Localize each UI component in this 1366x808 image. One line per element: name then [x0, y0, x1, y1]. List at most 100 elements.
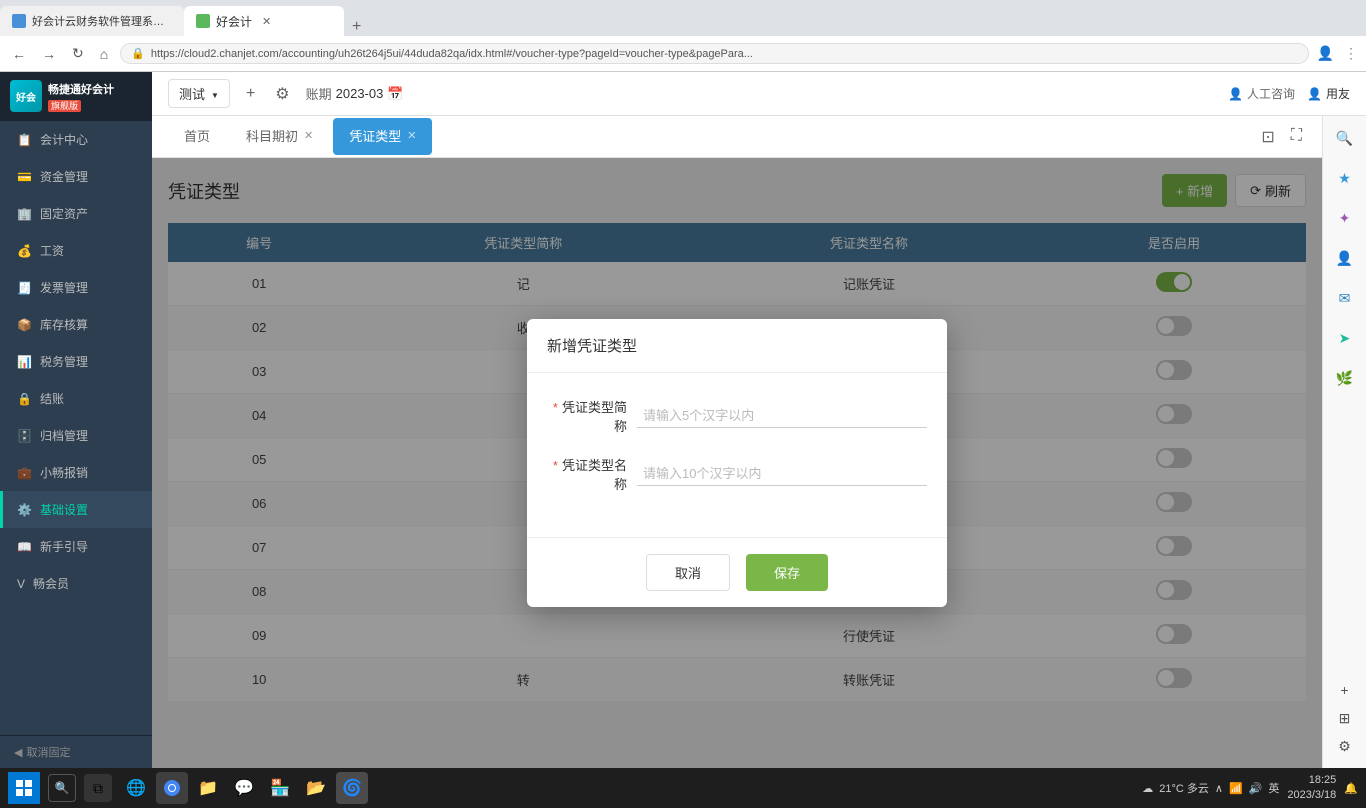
sidebar-item-expense[interactable]: 💼 小畅报销 — [0, 454, 152, 491]
funds-icon: 💳 — [17, 170, 32, 184]
sidebar-item-inventory[interactable]: 📦 库存核算 — [0, 306, 152, 343]
settings-button[interactable]: ⚙ — [271, 80, 293, 108]
consult-button[interactable]: 👤 人工咨询 — [1228, 85, 1295, 102]
browser-chrome: 好会计云财务软件管理系统_会计 好会计 ✕ + ← → ↻ ⌂ 🔒 https:… — [0, 0, 1366, 72]
taskbar-task-view[interactable]: ⧉ — [84, 774, 112, 802]
sidebar-item-invoice[interactable]: 🧾 发票管理 — [0, 269, 152, 306]
notifications-icon[interactable]: 🔔 — [1344, 782, 1358, 795]
forward-button[interactable]: → — [38, 44, 60, 64]
sidebar-item-settings[interactable]: ⚙️ 基础设置 — [0, 491, 152, 528]
short-label: *凭证类型简称 — [547, 397, 637, 435]
tab-home[interactable]: 首页 — [168, 118, 226, 155]
taskbar-clock[interactable]: 18:25 2023/3/18 — [1287, 773, 1336, 804]
right-send-icon[interactable]: ➤ — [1331, 324, 1359, 352]
sidebar: 好会 畅捷通好会计 旗舰版 📋 会计中心 💳 资金管理 🏢 固定资产 💰 工资 — [0, 72, 152, 768]
sidebar-item-guide[interactable]: 📖 新手引导 — [0, 528, 152, 565]
taskbar-right: ☁ 21°C 多云 ∧ 📶 🔊 英 18:25 2023/3/18 🔔 — [1142, 773, 1358, 804]
tab-2-favicon — [196, 14, 210, 28]
tab-voucher-type-close[interactable]: ✕ — [407, 129, 416, 142]
modal-header: 新增凭证类型 — [527, 319, 947, 373]
page-content: 凭证类型 + 新增 ⟳ 刷新 编号 — [152, 158, 1322, 768]
name-input[interactable] — [637, 462, 927, 486]
new-tab-button[interactable]: + — [344, 18, 369, 36]
sidebar-item-accounting[interactable]: 📋 会计中心 — [0, 121, 152, 158]
tax-icon: 📊 — [17, 355, 32, 369]
right-panel: 🔍 ★ ✦ 👤 ✉ ➤ 🌿 + ⊞ ⚙ — [1322, 116, 1366, 768]
tab-2-close[interactable]: ✕ — [262, 15, 271, 28]
sidebar-logo: 好会 畅捷通好会计 旗舰版 — [0, 72, 152, 121]
taskbar-app-explorer[interactable]: 📁 — [192, 772, 224, 804]
right-outlook-icon[interactable]: ✉ — [1331, 284, 1359, 312]
sidebar-item-salary[interactable]: 💰 工资 — [0, 232, 152, 269]
sidebar-item-label: 税务管理 — [40, 353, 88, 370]
modal-title: 新增凭证类型 — [547, 335, 637, 356]
sidebar-item-label: 基础设置 — [40, 501, 88, 518]
network-icon: 📶 — [1229, 782, 1243, 795]
tab-voucher-type[interactable]: 凭证类型 ✕ — [333, 118, 432, 155]
inventory-icon: 📦 — [17, 318, 32, 332]
url-box[interactable]: 🔒 https://cloud2.chanjet.com/accounting/… — [120, 43, 1308, 64]
taskbar-app-wechat[interactable]: 💬 — [228, 772, 260, 804]
home-button[interactable]: ⌂ — [96, 44, 112, 64]
sidebar-item-tax[interactable]: 📊 税务管理 — [0, 343, 152, 380]
right-search-icon[interactable]: 🔍 — [1331, 124, 1359, 152]
taskbar-app-edge[interactable]: 🌐 — [120, 772, 152, 804]
right-user-icon[interactable]: 👤 — [1331, 244, 1359, 272]
expense-icon: 💼 — [17, 466, 32, 480]
address-bar: ← → ↻ ⌂ 🔒 https://cloud2.chanjet.com/acc… — [0, 36, 1366, 72]
right-leaf-icon[interactable]: 🌿 — [1331, 364, 1359, 392]
cancel-button[interactable]: 取消 — [646, 554, 730, 591]
modal: 新增凭证类型 *凭证类型简称 — [527, 319, 947, 607]
tab-subject[interactable]: 科目期初 ✕ — [230, 118, 329, 155]
add-workspace-button[interactable]: + — [242, 81, 259, 107]
modal-footer: 取消 保存 — [527, 537, 947, 607]
sidebar-footer[interactable]: ◀ 取消固定 — [0, 735, 152, 768]
tab-nav: 首页 科目期初 ✕ 凭证类型 ✕ ⊡ ⛶ — [152, 116, 1322, 158]
start-button[interactable] — [8, 772, 40, 804]
accounting-icon: 📋 — [17, 133, 32, 147]
tab-minimize-button[interactable]: ⊡ — [1257, 125, 1278, 149]
taskbar-app-folder[interactable]: 📂 — [300, 772, 332, 804]
right-grid-icon[interactable]: ⊞ — [1331, 704, 1359, 732]
short-input[interactable] — [637, 404, 927, 428]
form-row-name: *凭证类型名称 — [547, 455, 927, 493]
user-button[interactable]: 👤 用友 — [1307, 85, 1350, 102]
main-area: 测试 + ⚙ 账期 2023-03 📅 👤 人工咨询 👤 用友 — [152, 72, 1366, 768]
right-plus-icon[interactable]: + — [1331, 676, 1359, 704]
workspace-selector[interactable]: 测试 — [168, 79, 230, 108]
sidebar-item-label: 发票管理 — [40, 279, 88, 296]
url-text: https://cloud2.chanjet.com/accounting/uh… — [151, 48, 753, 60]
save-button[interactable]: 保存 — [746, 554, 828, 591]
tab-subject-close[interactable]: ✕ — [304, 129, 313, 142]
back-button[interactable]: ← — [8, 44, 30, 64]
tab-maximize-button[interactable]: ⛶ — [1287, 125, 1306, 149]
reload-button[interactable]: ↻ — [68, 43, 88, 64]
sidebar-item-label: 库存核算 — [40, 316, 88, 333]
tab-1[interactable]: 好会计云财务软件管理系统_会计 — [0, 6, 184, 36]
taskbar-app-msedge[interactable]: 🌀 — [336, 772, 368, 804]
sidebar-item-label: 工资 — [40, 242, 64, 259]
taskbar-search-button[interactable]: 🔍 — [48, 774, 76, 802]
right-star-icon[interactable]: ★ — [1331, 164, 1359, 192]
sidebar-item-archive[interactable]: 🗄️ 归档管理 — [0, 417, 152, 454]
sidebar-item-assets[interactable]: 🏢 固定资产 — [0, 195, 152, 232]
extensions-icon[interactable]: ⋮ — [1344, 45, 1358, 62]
tab-2[interactable]: 好会计 ✕ — [184, 6, 344, 36]
right-gear-icon[interactable]: ⚙ — [1331, 732, 1359, 760]
profile-icon[interactable]: 👤 — [1317, 45, 1334, 62]
sidebar-item-closing[interactable]: 🔒 结账 — [0, 380, 152, 417]
app-container: 好会 畅捷通好会计 旗舰版 📋 会计中心 💳 资金管理 🏢 固定资产 💰 工资 — [0, 72, 1366, 768]
sidebar-item-funds[interactable]: 💳 资金管理 — [0, 158, 152, 195]
assets-icon: 🏢 — [17, 207, 32, 221]
weather-text: ☁ — [1142, 782, 1153, 795]
tab-1-label: 好会计云财务软件管理系统_会计 — [32, 13, 172, 29]
taskbar-app-store[interactable]: 🏪 — [264, 772, 296, 804]
sidebar-item-member[interactable]: V 畅会员 — [0, 565, 152, 602]
right-magic-icon[interactable]: ✦ — [1331, 204, 1359, 232]
invoice-icon: 🧾 — [17, 281, 32, 295]
taskbar: 🔍 ⧉ 🌐 📁 💬 🏪 📂 🌀 ☁ 21°C 多云 ∧ 📶 🔊 英 18:25 … — [0, 768, 1366, 808]
pin-icon: ◀ — [14, 746, 22, 759]
taskbar-app-chrome[interactable] — [156, 772, 188, 804]
sys-up-icon[interactable]: ∧ — [1215, 782, 1223, 795]
taskbar-apps: 🌐 📁 💬 🏪 📂 🌀 — [120, 772, 368, 804]
